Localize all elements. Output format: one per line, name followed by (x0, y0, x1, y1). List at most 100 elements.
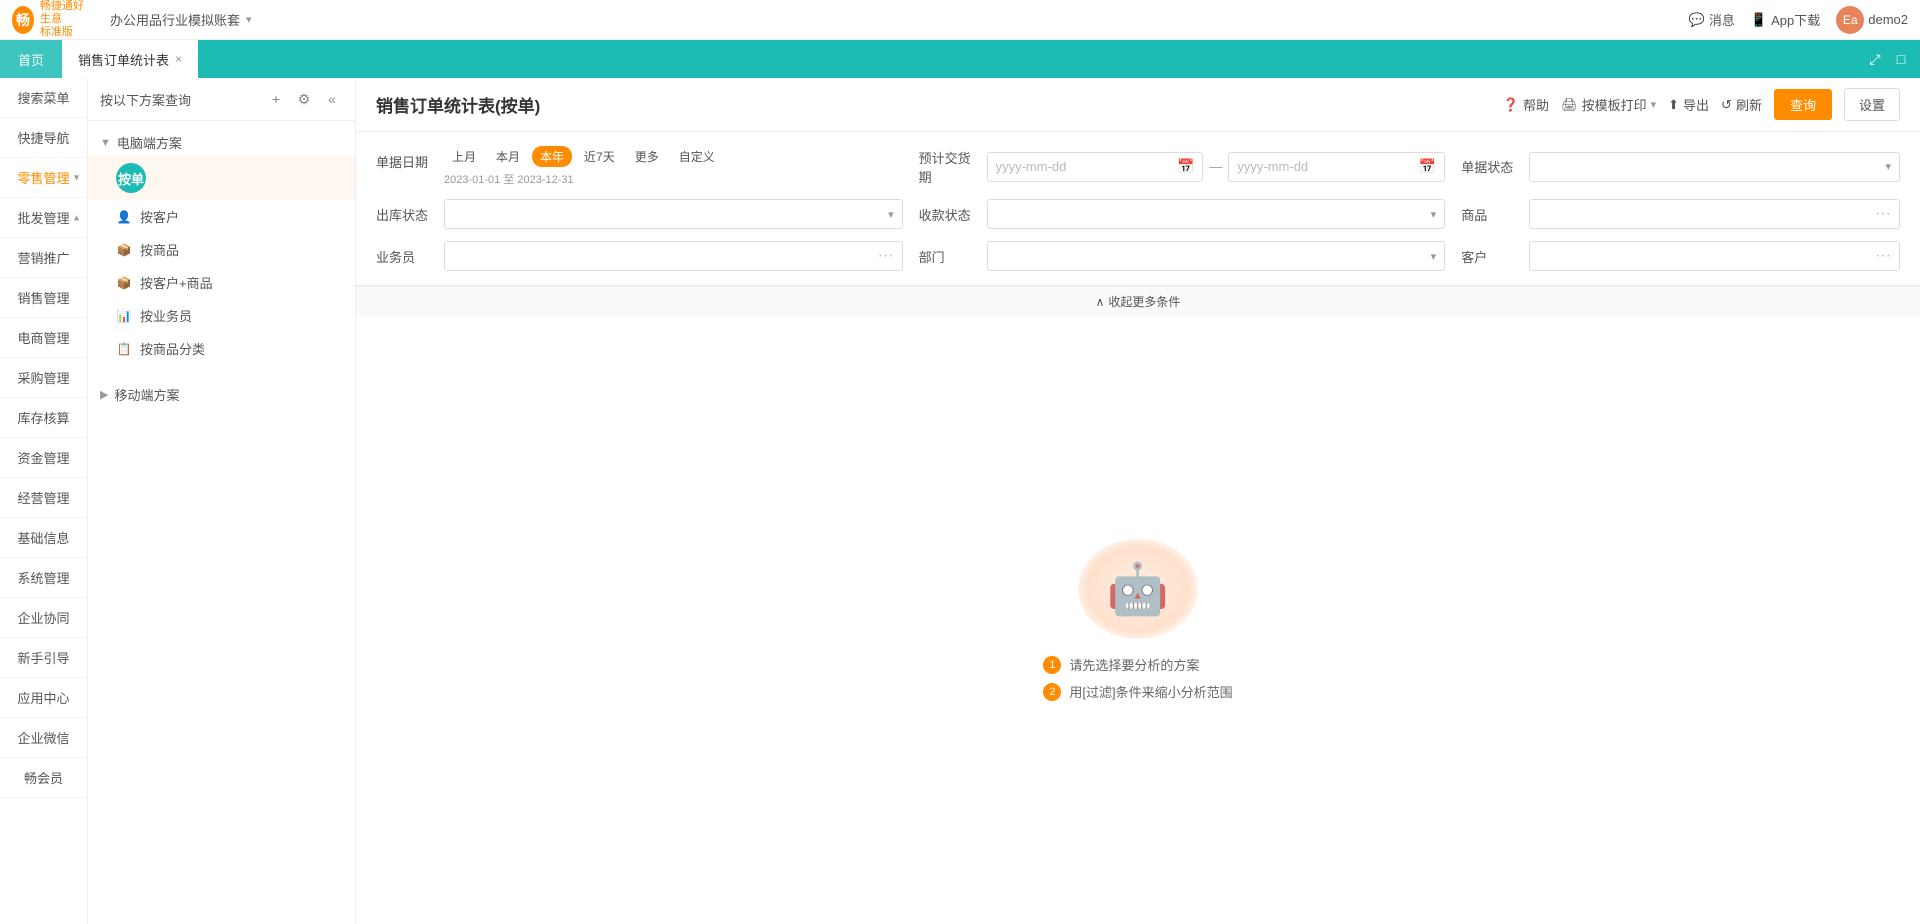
page-header: 销售订单统计表(按单) ❓ 帮助 🖨 按模板打印 ▾ ⬆ 导出 (356, 78, 1920, 132)
content-area: 按以下方案查询 + ⚙ « ▼ 电脑端方案 按单 👤 按客户 📦 (88, 78, 1920, 924)
scheme-item-by-customer[interactable]: 👤 按客户 (88, 200, 355, 233)
user-area[interactable]: Ea demo2 (1836, 6, 1908, 34)
help-btn[interactable]: ❓ 帮助 (1503, 95, 1549, 114)
avatar: Ea (1836, 6, 1864, 34)
top-dropdown-icon[interactable]: ▾ (246, 13, 252, 26)
scheme-item-by-goods[interactable]: 📦 按商品 (88, 233, 355, 266)
date-from-placeholder: yyyy-mm-dd (996, 159, 1067, 174)
staff-more-icon[interactable]: ··· (878, 247, 894, 265)
sidebar-item-enterprise[interactable]: 企业协同 (0, 598, 87, 638)
date-range-text: 2023-01-01 至 2023-12-31 (444, 171, 723, 187)
add-scheme-btn[interactable]: + (265, 88, 287, 110)
tab-active[interactable]: 销售订单统计表 × (62, 40, 198, 78)
collapse-icon: ∧ (1096, 295, 1105, 309)
tab-restore-btn[interactable]: ⤢ (1864, 48, 1886, 70)
query-btn[interactable]: 查询 (1774, 89, 1832, 120)
sidebar-item-guide[interactable]: 新手引导 (0, 638, 87, 678)
goods-input[interactable]: ··· (1529, 199, 1900, 229)
pc-scheme-group-header[interactable]: ▼ 电脑端方案 (88, 129, 355, 156)
refresh-btn[interactable]: ↺ 刷新 (1721, 95, 1762, 114)
tab-controls: ⤢ □ (1864, 48, 1920, 70)
sidebar-item-quicknav[interactable]: 快捷导航 (0, 118, 87, 158)
export-label: 导出 (1683, 95, 1709, 114)
settings-btn[interactable]: 设置 (1844, 88, 1900, 121)
status-label: 单据状态 (1461, 157, 1521, 176)
empty-illustration: 🤖 (1078, 539, 1198, 639)
collapse-panel-btn[interactable]: « (321, 88, 343, 110)
message-btn[interactable]: 💬 消息 (1689, 10, 1735, 29)
customer-more-icon[interactable]: ··· (1875, 247, 1891, 265)
tab-close-btn[interactable]: × (175, 52, 182, 66)
sidebar-item-ecom[interactable]: 电商管理 (0, 318, 87, 358)
print-icon: 🖨 (1561, 97, 1578, 113)
cust-goods-icon: 📦 (116, 275, 132, 291)
sidebar-item-retail[interactable]: 零售管理▾ (0, 158, 87, 198)
prev-month-btn[interactable]: 上月 (444, 146, 484, 167)
scheme-item-label: 按客户+商品 (140, 273, 213, 292)
sidebar-item-member[interactable]: 畅会员 (0, 758, 87, 798)
collapse-bar[interactable]: ∧ 收起更多条件 (356, 286, 1920, 316)
pay-status-select[interactable]: ▾ (987, 199, 1446, 229)
left-panel-title: 按以下方案查询 (100, 90, 259, 109)
this-month-btn[interactable]: 本月 (488, 146, 528, 167)
this-year-btn[interactable]: 本年 (532, 146, 572, 167)
top-bar: 畅 畅捷通好生意标准版 办公用品行业模拟账套 ▾ 💬 消息 📱 App下载 Ea… (0, 0, 1920, 40)
filter-area: 单据日期 上月 本月 本年 近7天 更多 自定义 2023-01-01 至 20… (356, 132, 1920, 286)
message-icon: 💬 (1689, 12, 1705, 28)
status-select[interactable]: ▾ (1529, 152, 1900, 182)
active-scheme-badge: 按单 (116, 163, 146, 193)
left-panel-header: 按以下方案查询 + ⚙ « (88, 78, 355, 121)
top-center: 办公用品行业模拟账套 ▾ (100, 10, 1681, 29)
pay-status-arrow: ▾ (1431, 208, 1437, 221)
dept-select[interactable]: ▾ (987, 241, 1446, 271)
template-print-btn[interactable]: 🖨 按模板打印 ▾ (1561, 95, 1656, 114)
staff-input[interactable]: ··· (444, 241, 903, 271)
scheme-item-by-category[interactable]: 📋 按商品分类 (88, 332, 355, 365)
settings-scheme-btn[interactable]: ⚙ (293, 88, 315, 110)
sidebar-item-ops[interactable]: 经营管理 (0, 478, 87, 518)
more-btn[interactable]: 更多 (627, 146, 667, 167)
sidebar-item-wechat[interactable]: 企业微信 (0, 718, 87, 758)
scheme-item-by-staff[interactable]: 📊 按业务员 (88, 299, 355, 332)
sidebar-item-inventory[interactable]: 库存核算 (0, 398, 87, 438)
tab-maximize-btn[interactable]: □ (1890, 48, 1912, 70)
expected-date-label: 预计交货期 (919, 148, 979, 186)
customer-icon: 👤 (116, 209, 132, 225)
phone-icon: 📱 (1751, 12, 1767, 28)
scheme-item-by-order[interactable]: 按单 (88, 156, 355, 200)
sidebar-item-system[interactable]: 系统管理 (0, 558, 87, 598)
tab-active-label: 销售订单统计表 (78, 50, 169, 69)
sidebar-item-purchase[interactable]: 采购管理 (0, 358, 87, 398)
app-download-label: App下载 (1771, 10, 1820, 29)
main-layout: 搜索菜单 快捷导航 零售管理▾ 批发管理▴ 营销推广 销售管理 电商管理 采购管… (0, 78, 1920, 924)
last-7-days-btn[interactable]: 近7天 (576, 146, 623, 167)
category-icon: 📋 (116, 341, 132, 357)
message-label: 消息 (1709, 10, 1735, 29)
goods-more-icon[interactable]: ··· (1875, 205, 1891, 223)
pc-scheme-group: ▼ 电脑端方案 按单 👤 按客户 📦 按商品 📦 按客户+商品 (88, 121, 355, 373)
date-to-input[interactable]: yyyy-mm-dd 📅 (1228, 152, 1445, 182)
customer-input[interactable]: ··· (1529, 241, 1900, 271)
date-from-input[interactable]: yyyy-mm-dd 📅 (987, 152, 1204, 182)
scheme-item-by-customer-goods[interactable]: 📦 按客户+商品 (88, 266, 355, 299)
sidebar-item-search[interactable]: 搜索菜单 (0, 78, 87, 118)
empty-state: 🤖 1 请先选择要分析的方案 2 用[过滤]条件来缩小分析范围 (356, 316, 1920, 924)
top-title: 办公用品行业模拟账套 (110, 10, 240, 29)
mobile-scheme-group-header[interactable]: ▶ 移动端方案 (88, 381, 355, 408)
app-download-btn[interactable]: 📱 App下载 (1751, 10, 1820, 29)
export-btn[interactable]: ⬆ 导出 (1668, 95, 1709, 114)
sidebar-item-sales[interactable]: 销售管理 (0, 278, 87, 318)
sidebar-item-wholesale[interactable]: 批发管理▴ (0, 198, 87, 238)
sidebar-item-finance[interactable]: 资金管理 (0, 438, 87, 478)
filter-row-staff: 业务员 ··· 部门 ▾ 客户 (376, 241, 1900, 271)
sidebar-item-basic[interactable]: 基础信息 (0, 518, 87, 558)
out-status-select[interactable]: ▾ (444, 199, 903, 229)
tip-num-2: 2 (1043, 683, 1061, 701)
custom-btn[interactable]: 自定义 (671, 146, 723, 167)
page-title: 销售订单统计表(按单) (376, 92, 540, 117)
quick-dates: 上月 本月 本年 近7天 更多 自定义 (444, 146, 723, 167)
sidebar-item-marketing[interactable]: 营销推广 (0, 238, 87, 278)
sidebar-item-appcenter[interactable]: 应用中心 (0, 678, 87, 718)
out-status-label: 出库状态 (376, 205, 436, 224)
tab-home[interactable]: 首页 (0, 40, 62, 78)
